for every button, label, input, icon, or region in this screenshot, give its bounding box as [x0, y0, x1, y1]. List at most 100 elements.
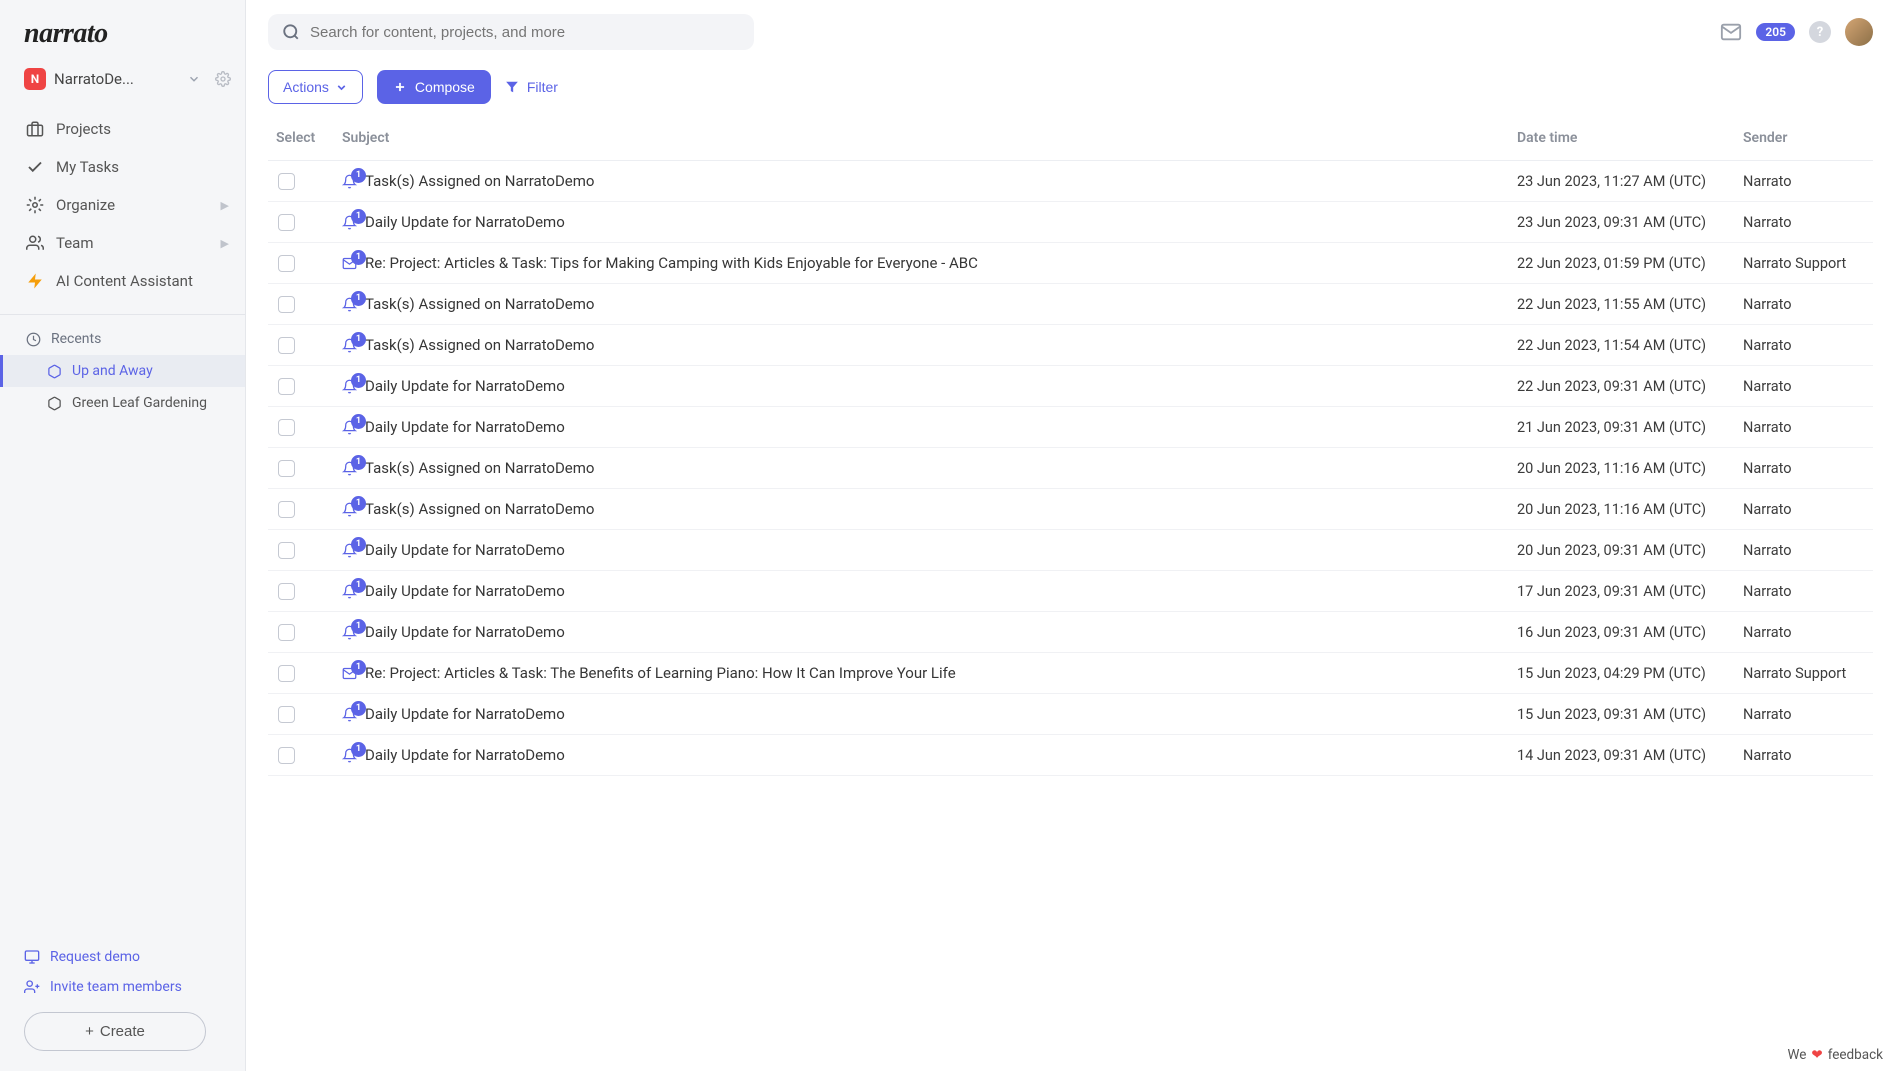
gear-icon[interactable]	[215, 71, 231, 87]
workspace-switcher[interactable]: N NarratoDe...	[0, 58, 245, 102]
invite-link[interactable]: Invite team members	[24, 972, 227, 1002]
row-date: 22 Jun 2023, 09:31 AM (UTC)	[1517, 378, 1743, 395]
table-row[interactable]: 1 Task(s) Assigned on NarratoDemo 23 Jun…	[268, 161, 1873, 202]
nav-my-tasks[interactable]: My Tasks	[0, 148, 245, 186]
row-checkbox[interactable]	[278, 378, 295, 395]
row-checkbox[interactable]	[278, 665, 295, 682]
row-sender: Narrato	[1743, 706, 1873, 723]
table-row[interactable]: 1 Re: Project: Articles & Task: The Bene…	[268, 653, 1873, 694]
topbar-right: 205 ?	[1720, 18, 1873, 46]
table-row[interactable]: 1 Task(s) Assigned on NarratoDemo 22 Jun…	[268, 325, 1873, 366]
table-row[interactable]: 1 Daily Update for NarratoDemo 22 Jun 20…	[268, 366, 1873, 407]
recents-header: Recents	[0, 321, 245, 355]
box-icon	[46, 395, 62, 411]
help-icon[interactable]: ?	[1809, 21, 1831, 43]
chevron-right-icon: ▶	[221, 237, 229, 250]
nav-projects[interactable]: Projects	[0, 110, 245, 148]
row-checkbox[interactable]	[278, 337, 295, 354]
row-date: 14 Jun 2023, 09:31 AM (UTC)	[1517, 747, 1743, 764]
bell-icon: 1	[342, 584, 357, 599]
user-plus-icon	[24, 979, 40, 995]
compose-button[interactable]: Compose	[377, 70, 491, 104]
row-sender: Narrato	[1743, 214, 1873, 231]
mail-icon[interactable]	[1720, 21, 1742, 43]
plus-icon	[393, 80, 407, 94]
nav-organize[interactable]: Organize ▶	[0, 186, 245, 224]
unread-badge: 1	[351, 209, 366, 224]
row-checkbox-cell	[268, 419, 342, 436]
col-date: Date time	[1517, 130, 1743, 146]
row-checkbox[interactable]	[278, 542, 295, 559]
unread-badge: 1	[351, 168, 366, 183]
row-checkbox[interactable]	[278, 501, 295, 518]
nav-team[interactable]: Team ▶	[0, 224, 245, 262]
create-button[interactable]: + Create	[24, 1012, 206, 1051]
toolbar: Actions Compose Filter	[246, 64, 1895, 120]
row-date: 20 Jun 2023, 11:16 AM (UTC)	[1517, 460, 1743, 477]
row-sender: Narrato	[1743, 624, 1873, 641]
bell-icon: 1	[342, 174, 357, 189]
row-checkbox[interactable]	[278, 255, 295, 272]
row-checkbox[interactable]	[278, 173, 295, 190]
table-row[interactable]: 1 Task(s) Assigned on NarratoDemo 20 Jun…	[268, 448, 1873, 489]
filter-button[interactable]: Filter	[505, 79, 558, 95]
subject-text: Task(s) Assigned on NarratoDemo	[365, 459, 594, 477]
search-bar[interactable]	[268, 14, 754, 50]
request-demo-link[interactable]: Request demo	[24, 942, 227, 972]
table-row[interactable]: 1 Daily Update for NarratoDemo 15 Jun 20…	[268, 694, 1873, 735]
bell-icon: 1	[342, 461, 357, 476]
row-checkbox[interactable]	[278, 296, 295, 313]
search-input[interactable]	[310, 24, 740, 41]
feedback-pre: We	[1787, 1047, 1806, 1063]
row-date: 22 Jun 2023, 01:59 PM (UTC)	[1517, 255, 1743, 272]
row-checkbox[interactable]	[278, 419, 295, 436]
unread-badge: 1	[351, 291, 366, 306]
row-checkbox[interactable]	[278, 460, 295, 477]
clock-icon	[26, 332, 41, 347]
table-row[interactable]: 1 Daily Update for NarratoDemo 20 Jun 20…	[268, 530, 1873, 571]
table-row[interactable]: 1 Task(s) Assigned on NarratoDemo 22 Jun…	[268, 284, 1873, 325]
row-subject: 1 Daily Update for NarratoDemo	[342, 746, 1517, 764]
table-row[interactable]: 1 Daily Update for NarratoDemo 21 Jun 20…	[268, 407, 1873, 448]
feedback-widget[interactable]: We ❤ feedback	[1787, 1047, 1883, 1063]
workspace-badge: N	[24, 68, 46, 90]
recent-item[interactable]: Up and Away	[0, 355, 245, 387]
recent-item[interactable]: Green Leaf Gardening	[0, 387, 245, 419]
table-row[interactable]: 1 Task(s) Assigned on NarratoDemo 20 Jun…	[268, 489, 1873, 530]
create-label: Create	[100, 1023, 145, 1040]
bell-icon: 1	[342, 502, 357, 517]
actions-button[interactable]: Actions	[268, 70, 363, 104]
row-sender: Narrato	[1743, 296, 1873, 313]
heart-icon: ❤	[1811, 1047, 1822, 1063]
row-checkbox[interactable]	[278, 583, 295, 600]
row-checkbox[interactable]	[278, 214, 295, 231]
row-sender: Narrato	[1743, 378, 1873, 395]
filter-label: Filter	[527, 79, 558, 95]
table-row[interactable]: 1 Daily Update for NarratoDemo 17 Jun 20…	[268, 571, 1873, 612]
recent-label: Green Leaf Gardening	[72, 395, 207, 411]
unread-badge: 1	[351, 250, 366, 265]
logo[interactable]: narrato	[0, 0, 245, 58]
check-icon	[26, 158, 44, 176]
recent-label: Up and Away	[72, 363, 153, 379]
table-row[interactable]: 1 Daily Update for NarratoDemo 16 Jun 20…	[268, 612, 1873, 653]
chevron-down-icon[interactable]	[187, 72, 201, 86]
unread-badge: 1	[351, 660, 366, 675]
row-date: 23 Jun 2023, 09:31 AM (UTC)	[1517, 214, 1743, 231]
avatar[interactable]	[1845, 18, 1873, 46]
row-checkbox[interactable]	[278, 747, 295, 764]
table-row[interactable]: 1 Daily Update for NarratoDemo 14 Jun 20…	[268, 735, 1873, 776]
notification-count-badge[interactable]: 205	[1756, 23, 1795, 41]
table-header: Select Subject Date time Sender	[268, 120, 1873, 161]
feedback-post: feedback	[1828, 1047, 1883, 1063]
row-date: 17 Jun 2023, 09:31 AM (UTC)	[1517, 583, 1743, 600]
row-checkbox[interactable]	[278, 624, 295, 641]
table-row[interactable]: 1 Daily Update for NarratoDemo 23 Jun 20…	[268, 202, 1873, 243]
subject-text: Task(s) Assigned on NarratoDemo	[365, 336, 594, 354]
row-subject: 1 Daily Update for NarratoDemo	[342, 213, 1517, 231]
bell-icon: 1	[342, 338, 357, 353]
row-checkbox-cell	[268, 747, 342, 764]
row-checkbox[interactable]	[278, 706, 295, 723]
nav-ai-assistant[interactable]: AI Content Assistant	[0, 262, 245, 300]
table-row[interactable]: 1 Re: Project: Articles & Task: Tips for…	[268, 243, 1873, 284]
